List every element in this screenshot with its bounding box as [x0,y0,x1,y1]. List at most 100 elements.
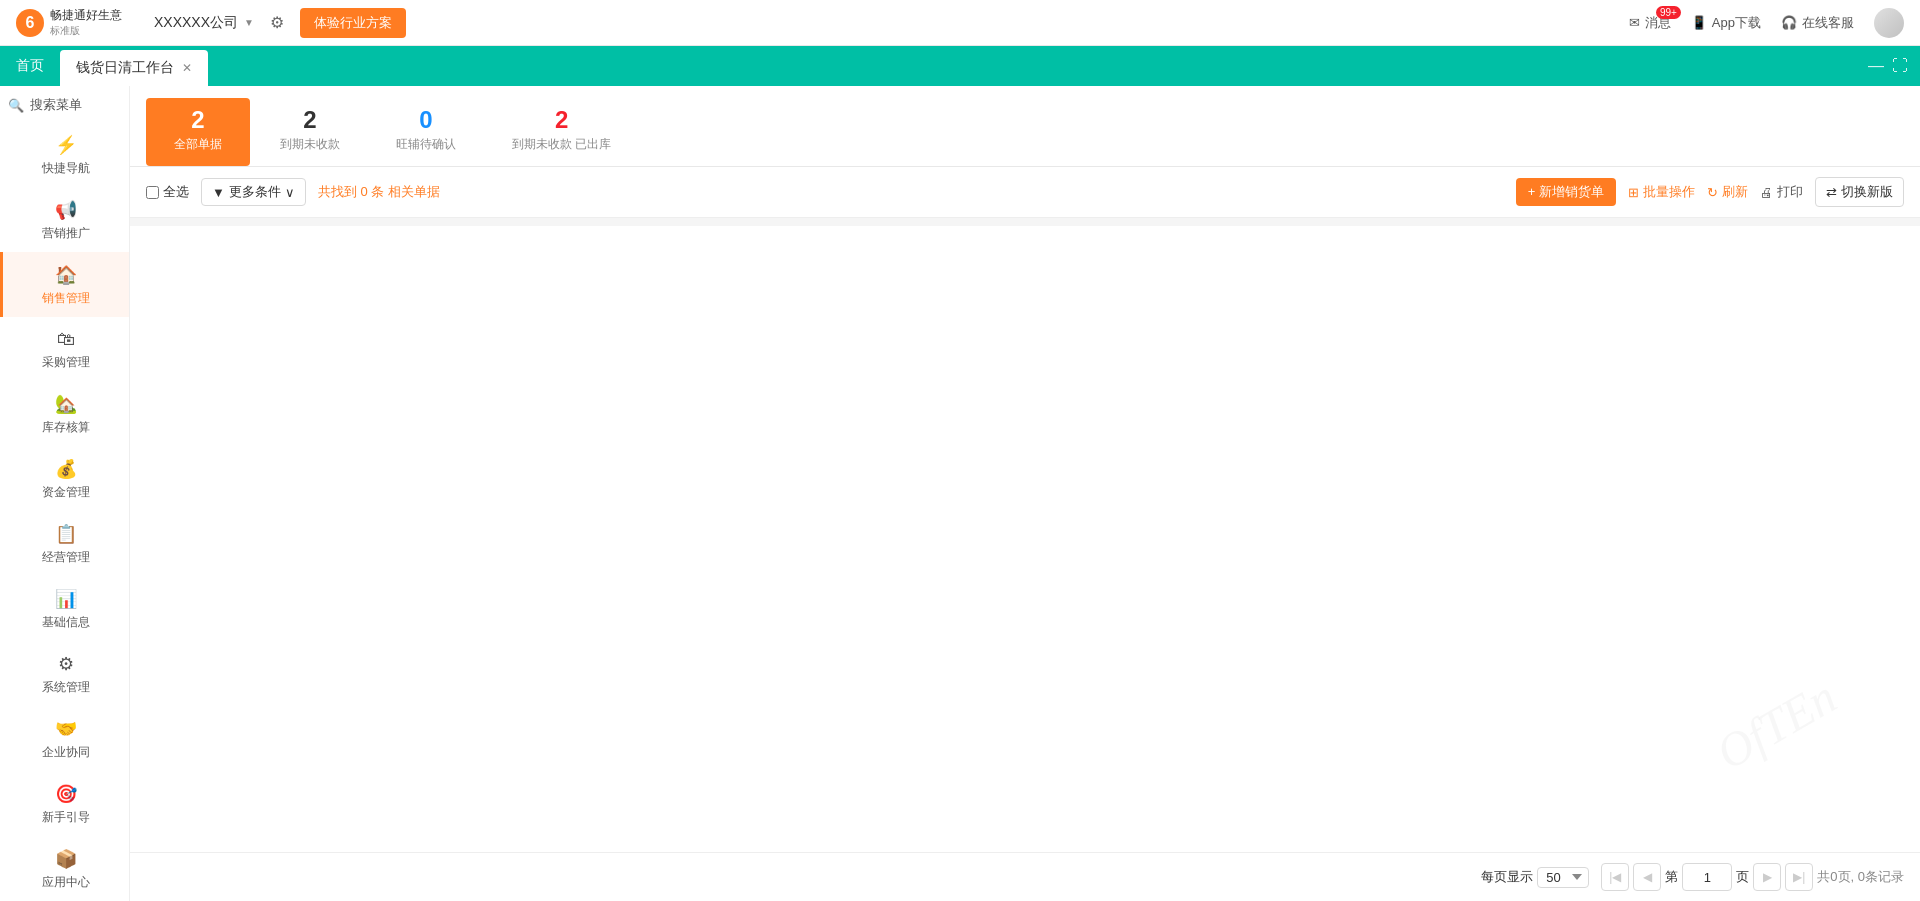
page-input[interactable] [1682,863,1732,891]
sidebar-item-operation[interactable]: 📋 经营管理 [0,511,129,576]
sidebar-item-finance[interactable]: 💰 资金管理 [0,446,129,511]
select-all-input[interactable] [146,186,159,199]
tab-cashflow[interactable]: 钱货日清工作台 ✕ [60,50,208,86]
appstore-icon: 📦 [55,848,77,870]
logo-text: 畅捷通好生意 标准版 [50,8,122,37]
messages-button[interactable]: ✉ 消息 99+ [1629,14,1671,32]
refresh-button[interactable]: ↻ 刷新 [1707,183,1748,201]
online-service-button[interactable]: 🎧 在线客服 [1781,14,1854,32]
prev-page-button[interactable]: ◀ [1633,863,1661,891]
sidebar-item-label: 库存核算 [42,419,90,436]
table-area: OfTEn [130,226,1920,852]
batch-icon: ⊞ [1628,185,1639,200]
page-size-dropdown[interactable]: 50 100 200 [1537,867,1589,888]
sidebar-item-label: 采购管理 [42,354,90,371]
refresh-label: 刷新 [1722,183,1748,201]
guide-icon: 🎯 [55,783,77,805]
tab-cashflow-label: 钱货日清工作台 [76,59,174,77]
new-order-button[interactable]: + 新增销货单 [1516,178,1616,206]
app-download-label: App下载 [1712,14,1761,32]
first-page-button[interactable]: |◀ [1601,863,1629,891]
tab-minimize-icon[interactable]: — [1868,57,1884,75]
purchase-icon: 🛍 [57,329,75,350]
filter-label: 更多条件 [229,183,281,201]
sidebar-item-label: 企业协同 [42,744,90,761]
stats-row: 2 全部单据 2 到期未收款 0 旺辅待确认 2 到期未收款 已出库 [130,86,1920,167]
trial-button[interactable]: 体验行业方案 [300,8,406,38]
total-count: 共0页, 0条记录 [1817,868,1904,886]
select-all-label: 全选 [163,183,189,201]
main-layout: 🔍 搜索菜单 ⚡ 快捷导航 📢 营销推广 🏠 销售管理 🛍 采购管理 🏡 库存核… [0,86,1920,901]
header-right-area: ✉ 消息 99+ 📱 App下载 🎧 在线客服 [1629,8,1904,38]
sidebar-item-label: 资金管理 [42,484,90,501]
app-download-button[interactable]: 📱 App下载 [1691,14,1761,32]
stat-overdue-out[interactable]: 2 到期未收款 已出库 [484,98,639,166]
filter-chevron-icon: ∨ [285,185,295,200]
page-label: 第 [1665,868,1678,886]
tab-bar-actions: — ⛶ [1868,46,1920,86]
inventory-icon: 🏡 [55,393,77,415]
sidebar-item-inventory[interactable]: 🏡 库存核算 [0,381,129,446]
found-suffix: 相关单据 [388,184,440,199]
toolbar-left: 全选 ▼ 更多条件 ∨ 共找到 0 条 相关单据 [146,178,1504,206]
tab-expand-icon[interactable]: ⛶ [1892,57,1908,75]
found-prefix: 共找到 [318,184,357,199]
pagination: |◀ ◀ 第 页 ▶ ▶| 共0页, 0条记录 [1601,863,1904,891]
found-text: 共找到 0 条 相关单据 [318,183,440,201]
sidebar-item-marketing[interactable]: 📢 营销推广 [0,187,129,252]
company-selector[interactable]: XXXXXX公司 ▼ [146,10,262,36]
stat-overdue-out-label: 到期未收款 已出库 [512,136,611,153]
stat-overdue[interactable]: 2 到期未收款 [252,98,368,166]
sidebar-item-purchase[interactable]: 🛍 采购管理 [0,317,129,381]
print-label: 打印 [1777,183,1803,201]
found-count: 0 [361,184,368,199]
batch-ops-button[interactable]: ⊞ 批量操作 [1628,183,1695,201]
avatar-image [1874,8,1904,38]
sidebar-item-guide[interactable]: 🎯 新手引导 [0,771,129,836]
cooperation-icon: 🤝 [55,718,77,740]
sidebar-search[interactable]: 🔍 搜索菜单 [0,86,129,122]
app-header: 6 畅捷通好生意 标准版 XXXXXX公司 ▼ ⚙ 体验行业方案 ✉ 消息 99… [0,0,1920,46]
avatar[interactable] [1874,8,1904,38]
footer: 每页显示 50 100 200 |◀ ◀ 第 页 ▶ ▶| 共0页, 0条记录 [130,852,1920,901]
page-size-select: 每页显示 50 100 200 [1481,867,1589,888]
settings-button[interactable]: ⚙ [262,8,292,38]
sidebar-item-label: 快捷导航 [42,160,90,177]
app-icon: 📱 [1691,15,1707,30]
sidebar-item-system[interactable]: ⚙ 系统管理 [0,641,129,706]
sidebar-item-label: 营销推广 [42,225,90,242]
sales-icon: 🏠 [55,264,77,286]
sidebar-item-appstore[interactable]: 📦 应用中心 [0,836,129,901]
sidebar-item-basic[interactable]: 📊 基础信息 [0,576,129,641]
last-page-button[interactable]: ▶| [1785,863,1813,891]
chevron-down-icon: ▼ [244,17,254,28]
content-area: 2 全部单据 2 到期未收款 0 旺辅待确认 2 到期未收款 已出库 全选 [130,86,1920,901]
stat-all-num: 2 [191,106,204,134]
sidebar-item-label: 新手引导 [42,809,90,826]
print-button[interactable]: 🖨 打印 [1760,183,1803,201]
tab-home-label: 首页 [16,57,44,75]
stat-overdue-out-num: 2 [555,106,568,134]
stat-all[interactable]: 2 全部单据 [146,98,250,166]
tab-bar: 首页 钱货日清工作台 ✕ — ⛶ [0,46,1920,86]
watermark: OfTEn [1707,669,1845,781]
stat-overdue-num: 2 [303,106,316,134]
next-page-button[interactable]: ▶ [1753,863,1781,891]
page-size-label: 每页显示 [1481,868,1533,886]
sidebar-item-label: 系统管理 [42,679,90,696]
search-label: 搜索菜单 [30,96,82,114]
toolbar: 全选 ▼ 更多条件 ∨ 共找到 0 条 相关单据 + 新增销货单 ⊞ [130,167,1920,218]
online-service-label: 在线客服 [1802,14,1854,32]
sidebar-item-quick-nav[interactable]: ⚡ 快捷导航 [0,122,129,187]
company-name: XXXXXX公司 [154,14,238,32]
tab-close-icon[interactable]: ✕ [182,61,192,75]
select-all-checkbox[interactable]: 全选 [146,183,189,201]
switch-version-button[interactable]: ⇄ 切换新版 [1815,177,1904,207]
sidebar: 🔍 搜索菜单 ⚡ 快捷导航 📢 营销推广 🏠 销售管理 🛍 采购管理 🏡 库存核… [0,86,130,901]
sidebar-item-sales[interactable]: 🏠 销售管理 [0,252,129,317]
stat-pending[interactable]: 0 旺辅待确认 [368,98,484,166]
message-badge: 99+ [1656,6,1681,19]
sidebar-item-cooperation[interactable]: 🤝 企业协同 [0,706,129,771]
filter-button[interactable]: ▼ 更多条件 ∨ [201,178,306,206]
tab-home[interactable]: 首页 [0,46,60,86]
